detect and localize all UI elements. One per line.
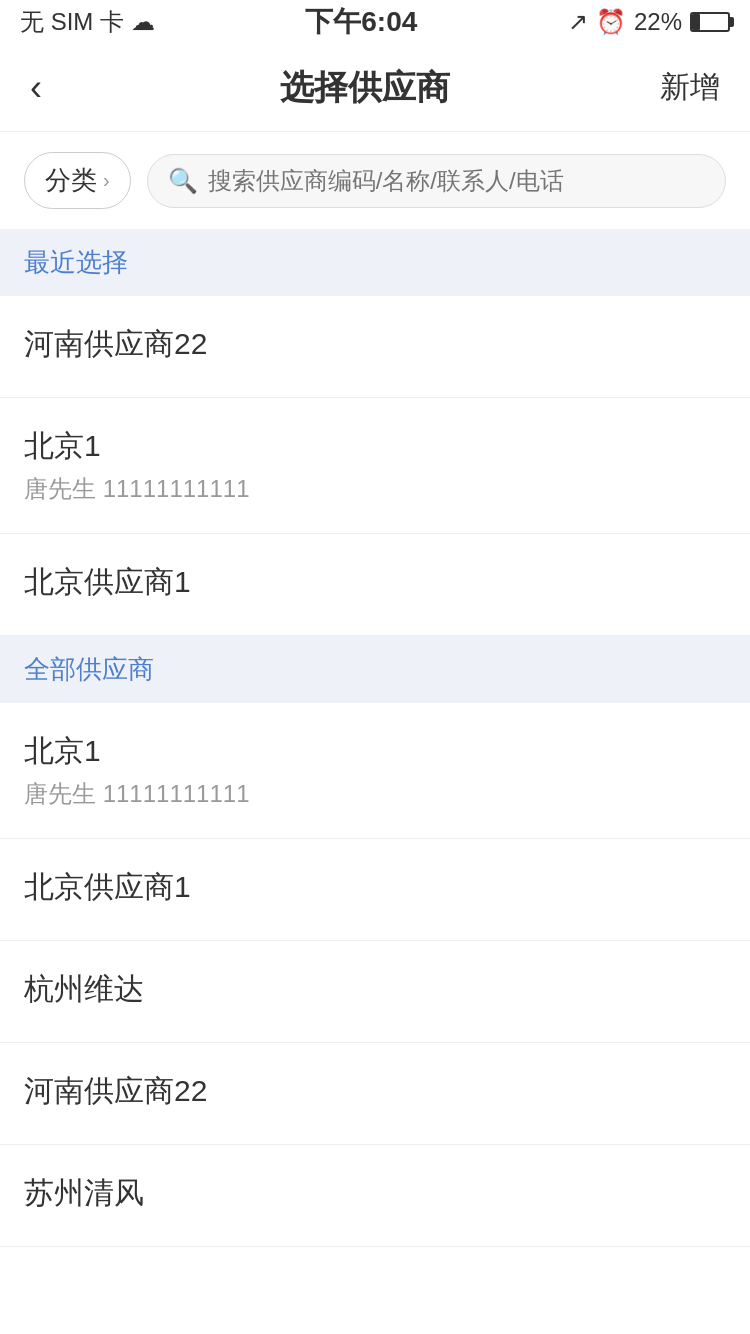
item-name: 北京1 — [24, 731, 726, 772]
recent-section-header: 最近选择 — [0, 229, 750, 296]
all-section-label: 全部供应商 — [24, 654, 154, 684]
item-name: 河南供应商22 — [24, 324, 726, 365]
search-input[interactable] — [208, 167, 705, 195]
item-name: 北京供应商1 — [24, 867, 726, 908]
all-items-list: 北京1 唐先生 11111111111 北京供应商1 杭州维达河南供应商22 苏州清风 — [0, 703, 750, 1247]
list-item[interactable]: 杭州维达 — [0, 941, 750, 1043]
recent-items-list: 河南供应商22 北京1 唐先生 11111111111 北京供应商1 — [0, 296, 750, 636]
item-name: 河南供应商22 — [24, 1071, 726, 1112]
item-detail: 唐先生 11111111111 — [24, 473, 726, 505]
status-bar: 无 SIM 卡 ☁ 下午6:04 ↗ ⏰ 22% — [0, 0, 750, 44]
list-item[interactable]: 北京供应商1 — [0, 839, 750, 941]
search-box[interactable]: 🔍 — [147, 154, 726, 208]
category-arrow-icon: › — [103, 169, 110, 192]
battery-percent: 22% — [634, 8, 682, 36]
list-item[interactable]: 北京供应商1 — [0, 534, 750, 636]
item-name: 杭州维达 — [24, 969, 726, 1010]
battery-icon — [690, 12, 730, 32]
status-right: ↗ ⏰ 22% — [568, 8, 730, 36]
item-name: 北京1 — [24, 426, 726, 467]
item-detail: 唐先生 11111111111 — [24, 778, 726, 810]
page-title: 选择供应商 — [280, 65, 450, 111]
category-button[interactable]: 分类 › — [24, 152, 131, 209]
nav-bar: ‹ 选择供应商 新增 — [0, 44, 750, 132]
category-label: 分类 — [45, 163, 97, 198]
back-button[interactable]: ‹ — [30, 67, 90, 109]
location-icon: ↗ — [568, 8, 588, 36]
status-time: 下午6:04 — [305, 3, 417, 41]
no-sim-label: 无 SIM 卡 ☁ — [20, 6, 155, 38]
search-icon: 🔍 — [168, 167, 198, 195]
add-new-button[interactable]: 新增 — [640, 67, 720, 108]
item-name: 苏州清风 — [24, 1173, 726, 1214]
all-section-header: 全部供应商 — [0, 636, 750, 703]
list-item[interactable]: 北京1 唐先生 11111111111 — [0, 703, 750, 839]
list-item[interactable]: 苏州清风 — [0, 1145, 750, 1247]
status-left: 无 SIM 卡 ☁ — [20, 6, 155, 38]
list-item[interactable]: 河南供应商22 — [0, 296, 750, 398]
filter-bar: 分类 › 🔍 — [0, 132, 750, 229]
list-item[interactable]: 河南供应商22 — [0, 1043, 750, 1145]
item-name: 北京供应商1 — [24, 562, 726, 603]
recent-section-label: 最近选择 — [24, 247, 128, 277]
list-item[interactable]: 北京1 唐先生 11111111111 — [0, 398, 750, 534]
alarm-icon: ⏰ — [596, 8, 626, 36]
